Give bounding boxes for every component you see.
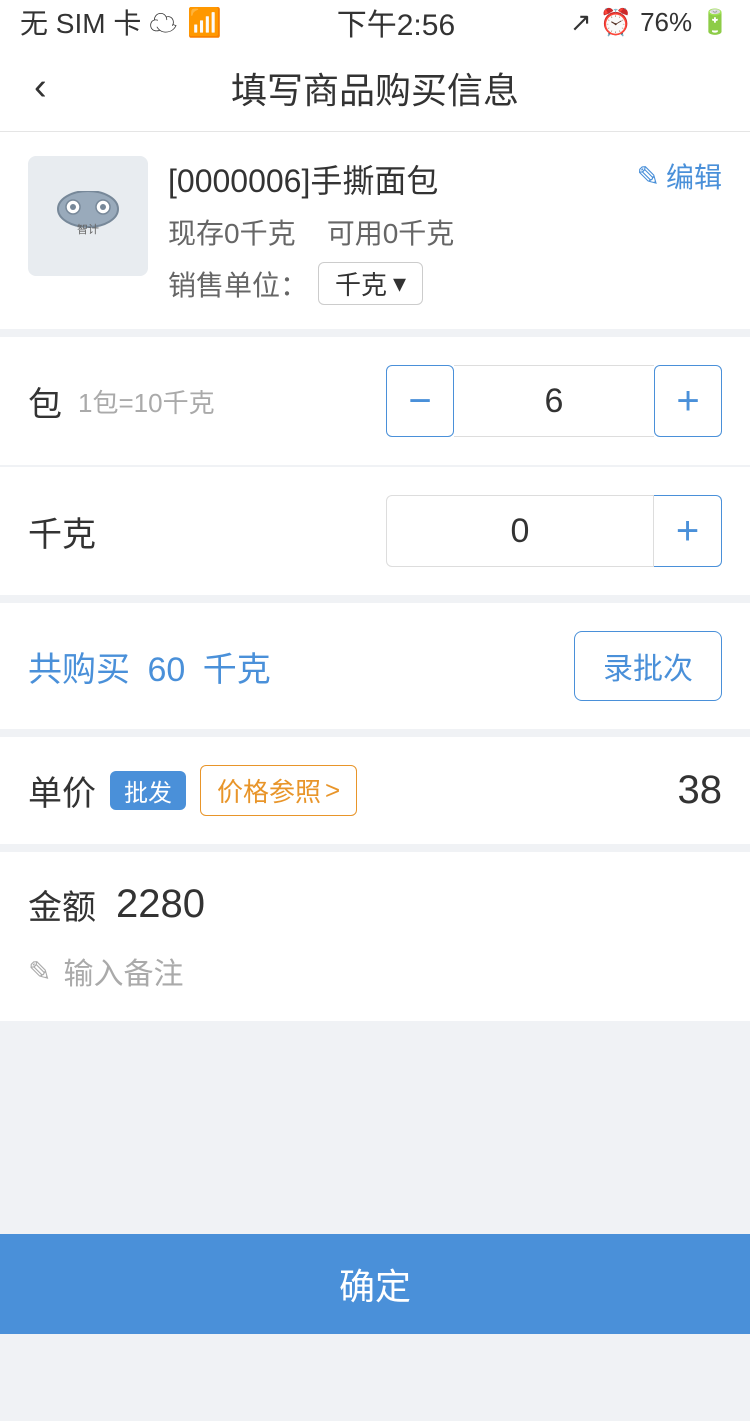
product-thumbnail: 智计 [28, 156, 148, 276]
bag-decrement-button[interactable]: − [386, 365, 454, 437]
unit-selector[interactable]: 千克 ▾ [318, 262, 423, 305]
location-icon: ↗ [570, 7, 592, 38]
bag-increment-button[interactable]: + [654, 365, 722, 437]
price-label: 单价 批发 价格参照 > [28, 765, 357, 816]
status-time: 下午2:56 [337, 0, 455, 44]
edit-icon: ✎ [637, 160, 660, 193]
amount-label: 金额 [28, 880, 96, 929]
summary-section: 共购买 60 千克 录批次 [0, 603, 750, 737]
note-icon: ✎ [28, 955, 51, 988]
confirm-button[interactable]: 确定 [0, 1234, 750, 1334]
bag-input-section: 包 1包=10千克 − + [0, 337, 750, 465]
amount-row: 金额 2280 [28, 880, 722, 929]
summary-text: 共购买 60 千克 [28, 642, 271, 691]
kg-label: 千克 [28, 507, 96, 556]
product-stock: 现存0千克 可用0千克 [168, 212, 617, 252]
amount-section: 金额 2280 ✎ 输入备注 [0, 852, 750, 1021]
bag-label: 包 1包=10千克 [28, 377, 215, 426]
empty-area [0, 1021, 750, 1421]
price-badge: 批发 [110, 771, 186, 810]
bag-hint: 1包=10千克 [78, 383, 215, 420]
dropdown-icon: ▾ [393, 268, 406, 299]
status-right: ↗ ⏰ 76% 🔋 [570, 7, 730, 38]
product-info: [0000006]手撕面包 现存0千克 可用0千克 销售单位： 千克 ▾ [168, 156, 617, 305]
kg-input-section: 千克 + [0, 467, 750, 603]
batch-button[interactable]: 录批次 [574, 631, 722, 701]
battery-label: 76% [640, 7, 692, 38]
product-card: 智计 [0000006]手撕面包 现存0千克 可用0千克 销售单位： 千克 ▾ … [0, 132, 750, 337]
kg-input-row: 千克 + [28, 467, 722, 595]
edit-button[interactable]: ✎ 编辑 [637, 156, 722, 196]
note-input-row[interactable]: ✎ 输入备注 [28, 949, 722, 993]
nav-bar: ‹ 填写商品购买信息 [0, 44, 750, 132]
note-placeholder: 输入备注 [63, 949, 183, 993]
product-name: [0000006]手撕面包 [168, 156, 617, 202]
alarm-icon: ⏰ [600, 7, 632, 38]
price-ref-button[interactable]: 价格参照 > [200, 765, 357, 816]
product-logo-icon: 智计 [53, 191, 123, 241]
price-ref-icon: > [325, 775, 340, 806]
kg-input[interactable] [386, 495, 654, 567]
amount-value: 2280 [116, 882, 205, 927]
price-section: 单价 批发 价格参照 > 38 [0, 737, 750, 852]
sim-label: 无 SIM 卡 ☁ [20, 2, 177, 42]
page-title: 填写商品购买信息 [231, 62, 519, 114]
bag-stepper: − + [386, 365, 722, 437]
bag-input[interactable] [454, 365, 654, 437]
product-unit: 销售单位： 千克 ▾ [168, 262, 617, 305]
stock-label: 现存0千克 [168, 218, 296, 249]
price-value: 38 [678, 768, 723, 813]
back-button[interactable]: ‹ [24, 56, 57, 119]
svg-text:智计: 智计 [77, 222, 99, 236]
price-row: 单价 批发 价格参照 > 38 [28, 765, 722, 816]
available-label: 可用0千克 [327, 218, 455, 249]
bag-input-row: 包 1包=10千克 − + [28, 337, 722, 465]
status-left: 无 SIM 卡 ☁ 📶 [20, 2, 222, 42]
summary-amount: 60 [147, 651, 185, 689]
battery-icon: 🔋 [700, 8, 730, 37]
kg-stepper: + [386, 495, 722, 567]
kg-increment-button[interactable]: + [654, 495, 722, 567]
status-bar: 无 SIM 卡 ☁ 📶 下午2:56 ↗ ⏰ 76% 🔋 [0, 0, 750, 44]
wifi-icon: 📶 [187, 6, 222, 39]
